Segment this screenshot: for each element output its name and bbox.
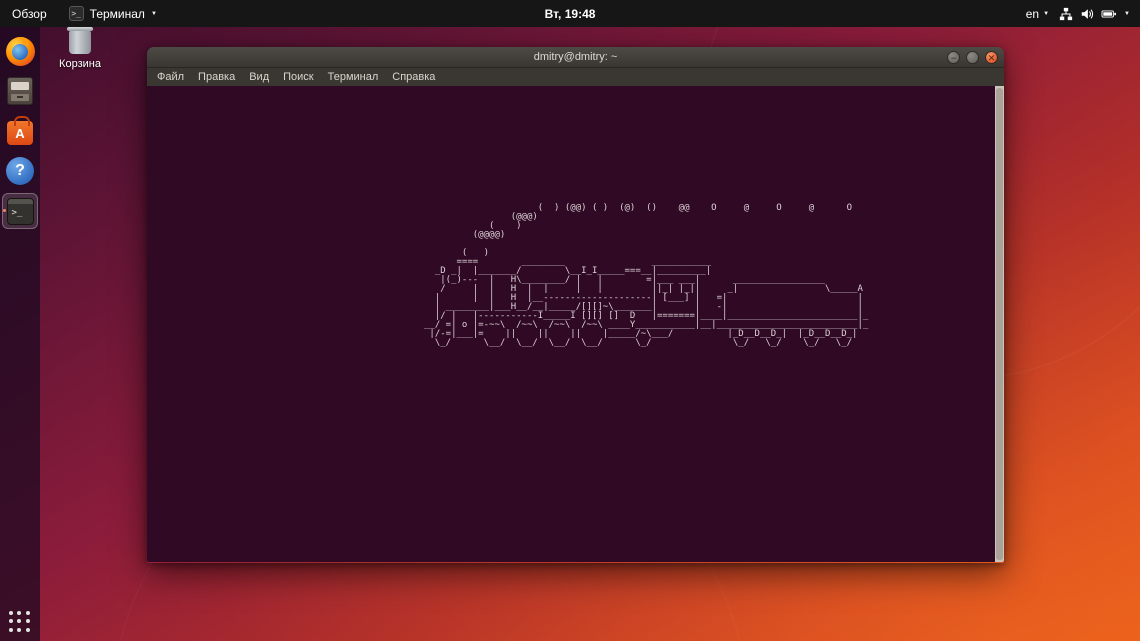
menu-help[interactable]: Справка <box>386 70 441 84</box>
trash-desktop-icon[interactable]: Корзина <box>54 27 106 70</box>
dock-item-terminal[interactable]: >_ <box>2 193 38 229</box>
system-status-area[interactable]: ▼ <box>1059 7 1130 21</box>
volume-icon <box>1081 8 1094 19</box>
menu-search[interactable]: Поиск <box>277 70 319 84</box>
dock-item-help[interactable]: ? <box>2 153 38 189</box>
app-menu-label: Терминал <box>89 6 145 21</box>
files-icon <box>7 77 33 105</box>
dock-item-ubuntu-software[interactable]: A <box>2 113 38 149</box>
terminal-mini-icon: >_ <box>68 6 84 21</box>
chevron-down-icon: ▼ <box>1043 10 1050 17</box>
terminal-window: dmitry@dmitry: ~ − ✕ Файл Правка Вид Пои… <box>147 47 1004 563</box>
minimize-button[interactable]: − <box>947 51 960 64</box>
keyboard-layout-button[interactable]: en ▼ <box>1026 7 1049 21</box>
chevron-down-icon: ▼ <box>1124 10 1130 17</box>
clock-button[interactable]: Вт, 19:48 <box>545 0 596 27</box>
menu-edit[interactable]: Правка <box>192 70 241 84</box>
scrollbar-handle[interactable] <box>996 88 1003 560</box>
window-controls: − ✕ <box>947 51 998 64</box>
dock-item-firefox[interactable] <box>2 33 38 69</box>
firefox-icon <box>5 36 35 66</box>
menu-view[interactable]: Вид <box>243 70 275 84</box>
terminal-icon: >_ <box>6 197 34 225</box>
dock: A ? >_ <box>0 27 40 641</box>
window-titlebar[interactable]: dmitry@dmitry: ~ − ✕ <box>147 47 1004 68</box>
running-indicator-dot <box>3 209 6 212</box>
activities-button[interactable]: Обзор <box>0 0 59 27</box>
ubuntu-software-icon: A <box>7 116 33 145</box>
show-applications-button[interactable] <box>9 611 31 633</box>
menu-terminal[interactable]: Терминал <box>322 70 385 84</box>
menu-file[interactable]: Файл <box>151 70 190 84</box>
ascii-art-train: ( ) (@@) ( ) (@) () @@ O @ O @ O (@@@) (… <box>424 203 869 348</box>
help-icon: ? <box>6 157 34 185</box>
top-bar: Обзор >_ Терминал ▼ Вт, 19:48 en ▼ ▼ <box>0 0 1140 27</box>
window-title: dmitry@dmitry: ~ <box>533 51 618 63</box>
chevron-down-icon: ▼ <box>150 10 157 17</box>
maximize-button[interactable] <box>966 51 979 64</box>
dock-item-files[interactable] <box>2 73 38 109</box>
network-icon <box>1059 7 1073 20</box>
terminal-screen[interactable]: ( ) (@@) ( ) (@) () @@ O @ O @ O (@@@) (… <box>147 86 1004 562</box>
trash-icon <box>67 27 93 54</box>
close-button[interactable]: ✕ <box>985 51 998 64</box>
keyboard-layout-label: en <box>1025 6 1040 21</box>
trash-label: Корзина <box>59 58 101 70</box>
app-menu-button[interactable]: >_ Терминал ▼ <box>59 0 167 27</box>
menu-bar: Файл Правка Вид Поиск Терминал Справка <box>147 68 1004 86</box>
terminal-scrollbar[interactable] <box>995 86 1004 562</box>
battery-icon <box>1101 9 1117 18</box>
